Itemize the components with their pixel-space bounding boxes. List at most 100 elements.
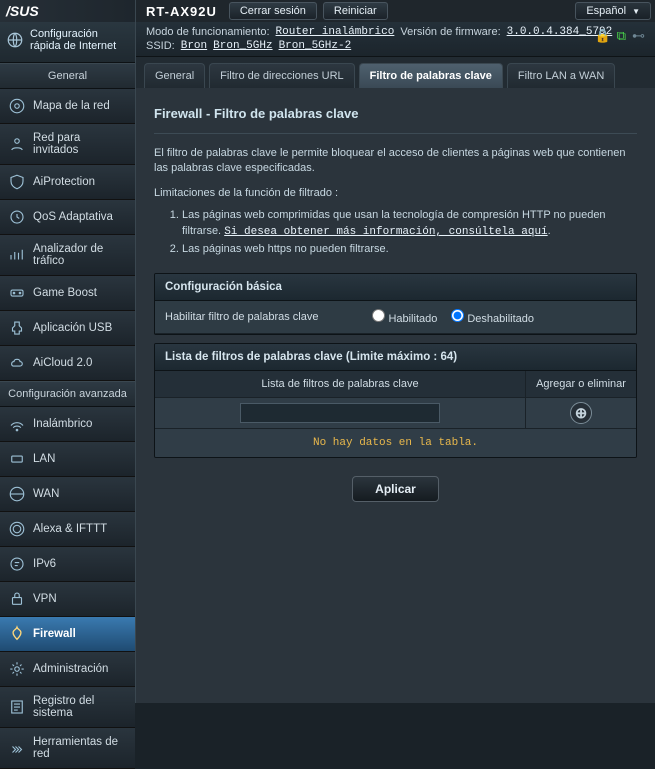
sidebar-item-qos-adaptativa[interactable]: QoS Adaptativa xyxy=(0,200,135,235)
log-icon xyxy=(8,698,26,716)
sidebar-item-administración[interactable]: Administración xyxy=(0,652,135,687)
limitations-list: Las páginas web comprimidas que usan la … xyxy=(182,207,637,270)
sidebar-item-label: IPv6 xyxy=(33,558,56,570)
ssid-label: SSID: xyxy=(146,40,175,52)
usb-icon xyxy=(8,319,26,337)
general-header: General xyxy=(0,63,135,89)
tab-general[interactable]: General xyxy=(144,63,205,88)
table-head: Lista de filtros de palabras clave Agreg… xyxy=(155,371,636,398)
sidebar-item-aiprotection[interactable]: AiProtection xyxy=(0,165,135,200)
model-label: RT-AX92U xyxy=(140,4,223,19)
limitations-label: Limitaciones de la función de filtrado : xyxy=(154,183,637,207)
sidebar-item-label: AiProtection xyxy=(33,176,95,188)
ssid-3[interactable]: Bron_5GHz-2 xyxy=(279,40,352,52)
sidebar-item-wan[interactable]: WAN xyxy=(0,477,135,512)
gamepad-icon xyxy=(8,284,26,302)
limitation-1: Las páginas web comprimidas que usan la … xyxy=(182,207,637,241)
sidebar-item-lan[interactable]: LAN xyxy=(0,442,135,477)
tools-icon xyxy=(8,739,26,757)
col-keyword: Lista de filtros de palabras clave xyxy=(155,371,526,397)
radio-enabled-input[interactable] xyxy=(372,309,385,322)
wifi-icon xyxy=(8,415,26,433)
lan-icon xyxy=(8,450,26,468)
plus-icon: ⊕ xyxy=(575,404,588,422)
keyword-input[interactable] xyxy=(240,403,440,423)
infobar: Modo de funcionamiento: Router inalámbri… xyxy=(136,22,655,57)
enable-row: Habilitar filtro de palabras clave Habil… xyxy=(155,301,636,334)
description: El filtro de palabras clave le permite b… xyxy=(154,134,637,183)
table-input-row: ⊕ xyxy=(155,398,636,429)
language-select[interactable]: Español ▼ xyxy=(575,2,651,20)
ssid-2[interactable]: Bron_5GHz xyxy=(213,40,272,52)
enable-label: Habilitar filtro de palabras clave xyxy=(165,311,372,323)
sidebar-item-alexa-ifttt[interactable]: Alexa & IFTTT xyxy=(0,512,135,547)
sidebar-item-label: WAN xyxy=(33,488,59,500)
quick-setup-label: Configuración rápida de Internet xyxy=(30,28,129,52)
col-action: Agregar o eliminar xyxy=(526,371,636,397)
topbar: RT-AX92U Cerrar sesión Reiniciar Español… xyxy=(136,0,655,22)
tab-filtro-de-direcciones-url[interactable]: Filtro de direcciones URL xyxy=(209,63,355,88)
aimesh-icon: ⧉ xyxy=(617,28,626,44)
sidebar-item-label: LAN xyxy=(33,453,55,465)
radio-enabled[interactable]: Habilitado xyxy=(372,309,437,325)
reboot-button[interactable]: Reiniciar xyxy=(323,2,388,20)
sidebar-item-label: Analizador de tráfico xyxy=(33,243,127,267)
sidebar-item-firewall[interactable]: Firewall xyxy=(0,617,135,652)
more-info-link[interactable]: Si desea obtener más información, consúl… xyxy=(224,226,547,238)
guest-network-icon xyxy=(8,135,26,153)
limitation-2: Las páginas web https no pueden filtrars… xyxy=(182,241,637,258)
ssid-1[interactable]: Bron xyxy=(181,40,207,52)
tab-filtro-lan-a-wan[interactable]: Filtro LAN a WAN xyxy=(507,63,615,88)
mode-value[interactable]: Router inalámbrico xyxy=(276,26,395,38)
ipv6-icon xyxy=(8,555,26,573)
quick-internet-setup[interactable]: Configuración rápida de Internet xyxy=(0,22,135,63)
shield-icon xyxy=(8,173,26,191)
globe-icon xyxy=(6,31,24,49)
sidebar-item-label: Alexa & IFTTT xyxy=(33,523,107,535)
sidebar-item-analizador-de-tráfico[interactable]: Analizador de tráfico xyxy=(0,235,135,276)
tabs: GeneralFiltro de direcciones URLFiltro d… xyxy=(136,57,655,88)
page-title: Firewall - Filtro de palabras clave xyxy=(154,102,637,134)
sidebar-item-label: Game Boost xyxy=(33,287,97,299)
alexa-icon xyxy=(8,520,26,538)
sidebar-item-label: Mapa de la red xyxy=(33,100,110,112)
radio-disabled[interactable]: Deshabilitado xyxy=(451,309,534,325)
sidebar-item-label: VPN xyxy=(33,593,57,605)
language-label: Español xyxy=(586,5,626,17)
flame-icon xyxy=(8,625,26,643)
network-map-icon xyxy=(8,97,26,115)
fw-label: Versión de firmware: xyxy=(400,26,500,38)
list-panel: Lista de filtros de palabras clave (Limi… xyxy=(154,343,637,458)
basic-header: Configuración básica xyxy=(155,274,636,301)
sidebar-item-aplicación-usb[interactable]: Aplicación USB xyxy=(0,311,135,346)
sidebar-item-aicloud-2.0[interactable]: AiCloud 2.0 xyxy=(0,346,135,381)
status-icons: 🔒 ⧉ ⊷ xyxy=(595,28,645,44)
basic-panel: Configuración básica Habilitar filtro de… xyxy=(154,273,637,335)
mode-label: Modo de funcionamiento: xyxy=(146,26,270,38)
sidebar-item-registro-del-sistema[interactable]: Registro del sistema xyxy=(0,687,135,728)
sidebar-item-vpn[interactable]: VPN xyxy=(0,582,135,617)
sidebar-item-label: Herramientas de red xyxy=(33,736,127,760)
tab-filtro-de-palabras-clave[interactable]: Filtro de palabras clave xyxy=(359,63,503,88)
content: Firewall - Filtro de palabras clave El f… xyxy=(136,88,655,703)
menu-advanced: Inalámbrico LAN WAN Alexa & IFTTT IPv6 VPN Fir… xyxy=(0,407,135,769)
sidebar-item-label: Aplicación USB xyxy=(33,322,112,334)
apply-button[interactable]: Aplicar xyxy=(352,476,439,502)
main: RT-AX92U Cerrar sesión Reiniciar Español… xyxy=(136,0,655,703)
radio-disabled-input[interactable] xyxy=(451,309,464,322)
globe-icon xyxy=(8,485,26,503)
sidebar-item-herramientas-de-red[interactable]: Herramientas de red xyxy=(0,728,135,769)
brand-logo: /SUS xyxy=(0,0,135,22)
sidebar-item-label: QoS Adaptativa xyxy=(33,211,113,223)
no-data-msg: No hay datos en la tabla. xyxy=(155,429,636,457)
menu-general: Mapa de la red Red para invitados AiProtec… xyxy=(0,89,135,381)
sidebar-item-ipv6[interactable]: IPv6 xyxy=(0,547,135,582)
sidebar-item-mapa-de-la-red[interactable]: Mapa de la red xyxy=(0,89,135,124)
sidebar-item-red-para-invitados[interactable]: Red para invitados xyxy=(0,124,135,165)
sidebar-item-game-boost[interactable]: Game Boost xyxy=(0,276,135,311)
sidebar-item-label: Firewall xyxy=(33,628,76,640)
sidebar-item-label: Administración xyxy=(33,663,108,675)
sidebar-item-inalámbrico[interactable]: Inalámbrico xyxy=(0,407,135,442)
logout-button[interactable]: Cerrar sesión xyxy=(229,2,317,20)
add-button[interactable]: ⊕ xyxy=(570,402,592,424)
